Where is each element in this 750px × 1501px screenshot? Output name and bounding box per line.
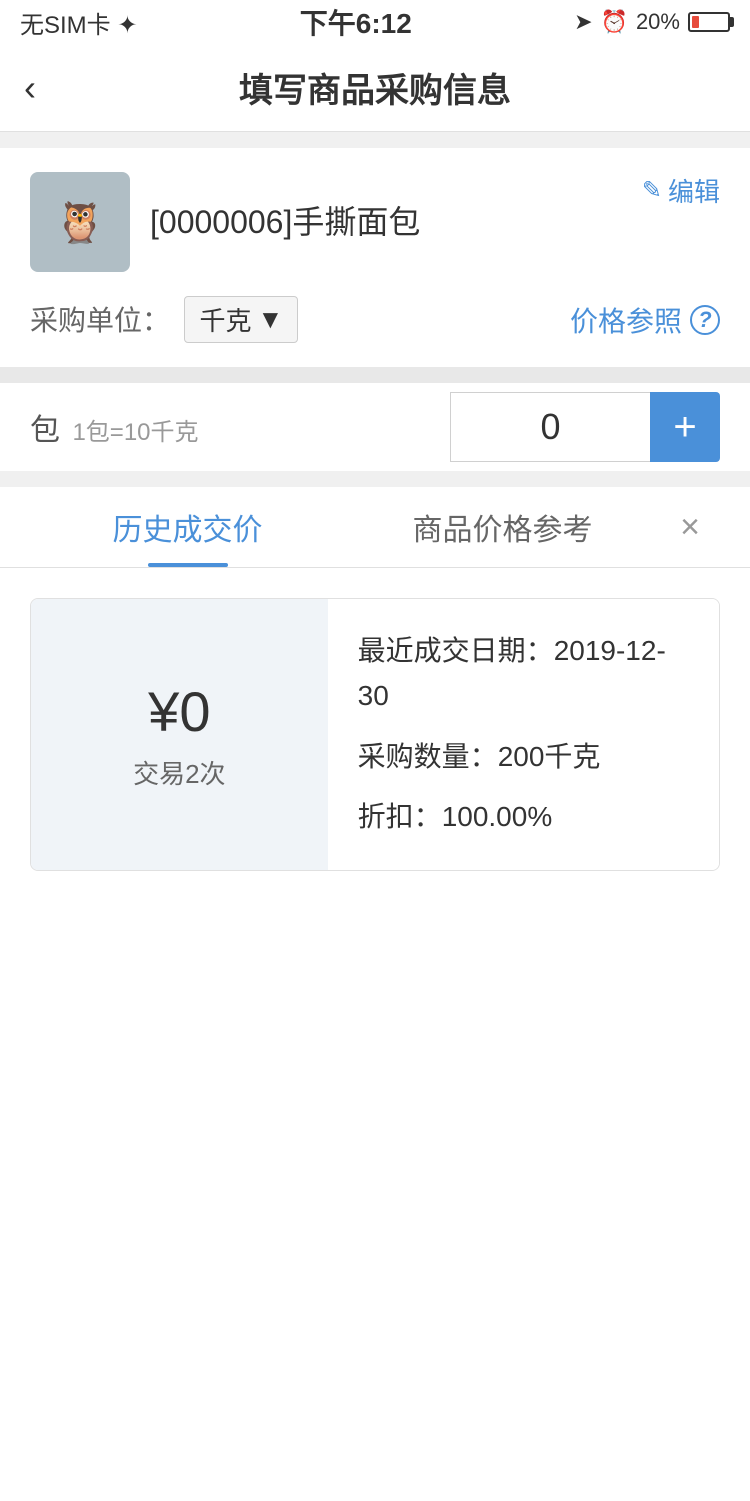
quantity-conversion: 1包=10千克 <box>72 419 198 446</box>
quantity-input-section: + <box>450 392 720 462</box>
edit-button[interactable]: ✎ 编辑 <box>642 172 720 209</box>
tab-product-price[interactable]: 商品价格参考 <box>345 487 660 567</box>
quantity-label-section: 包 1包=10千克 <box>30 405 199 449</box>
tab-history-label: 历史成交价 <box>113 505 263 549</box>
battery-percent: 20% <box>636 9 680 35</box>
discount-value: 100.00% <box>442 801 553 832</box>
price-amount: 0 <box>179 680 210 743</box>
product-section: 🦉 [0000006]手撕面包 ✎ 编辑 采购单位： 千克 ▼ 价格参照 ? <box>0 148 750 367</box>
tab-history-price[interactable]: 历史成交价 <box>30 487 345 567</box>
tab-product-label: 商品价格参考 <box>413 505 593 549</box>
quantity-input[interactable] <box>450 392 650 462</box>
help-icon: ? <box>690 305 720 335</box>
price-reference-button[interactable]: 价格参照 ? <box>570 300 720 340</box>
purchase-quantity-row: 采购数量：200千克 <box>358 735 689 780</box>
quantity-detail-label: 采购数量： <box>358 741 498 772</box>
section-divider <box>0 367 750 383</box>
unit-value: 千克 <box>199 301 251 338</box>
status-time: 下午6:12 <box>300 2 412 42</box>
unit-select[interactable]: 千克 ▼ <box>184 296 298 343</box>
discount-label: 折扣： <box>358 801 442 832</box>
edit-icon: ✎ <box>642 176 662 205</box>
alarm-icon: ⏰ <box>601 9 628 35</box>
price-currency: ¥ <box>148 680 179 743</box>
tabs-header: 历史成交价 商品价格参考 × <box>0 487 750 568</box>
product-unit-row: 采购单位： 千克 ▼ 价格参照 ? <box>30 296 720 343</box>
price-card: ¥0 交易2次 最近成交日期：2019-12-30 采购数量：200千克 折扣：… <box>30 598 720 871</box>
product-image-icon: 🦉 <box>55 199 105 246</box>
price-transactions: 交易2次 <box>133 754 225 791</box>
edit-label: 编辑 <box>668 172 720 209</box>
price-ref-label: 价格参照 <box>570 300 682 340</box>
location-icon: ➤ <box>574 9 592 35</box>
product-info: 🦉 [0000006]手撕面包 <box>30 172 420 272</box>
discount-row: 折扣：100.00% <box>358 795 689 840</box>
quantity-detail-value: 200千克 <box>498 741 601 772</box>
quantity-row: 包 1包=10千克 + <box>0 383 750 471</box>
price-card-left: ¥0 交易2次 <box>31 599 328 870</box>
status-bar: 无SIM卡 ✦ 下午6:12 ➤ ⏰ 20% <box>0 0 750 44</box>
bottom-area <box>0 901 750 1501</box>
page-title: 填写商品采购信息 <box>239 63 511 112</box>
back-button[interactable]: ‹ <box>24 67 36 109</box>
status-left: 无SIM卡 ✦ <box>20 5 137 40</box>
unit-dropdown-icon: ▼ <box>257 304 283 335</box>
price-value: ¥0 <box>148 679 210 744</box>
quantity-plus-button[interactable]: + <box>650 392 720 462</box>
recent-date-row: 最近成交日期：2019-12-30 <box>358 629 689 719</box>
quantity-unit-label: 包 <box>30 414 60 447</box>
tab-active-indicator <box>148 563 228 567</box>
product-header: 🦉 [0000006]手撕面包 ✎ 编辑 <box>30 172 720 272</box>
status-right: ➤ ⏰ 20% <box>574 9 730 35</box>
price-card-container: ¥0 交易2次 最近成交日期：2019-12-30 采购数量：200千克 折扣：… <box>0 568 750 901</box>
tabs-section: 历史成交价 商品价格参考 × ¥0 交易2次 最近成交日期：2019-12-30… <box>0 487 750 901</box>
battery-icon <box>688 12 730 32</box>
tab-close-button[interactable]: × <box>660 497 720 557</box>
recent-date-label: 最近成交日期： <box>358 635 554 666</box>
unit-section: 采购单位： 千克 ▼ <box>30 296 298 343</box>
product-name: [0000006]手撕面包 <box>150 200 420 245</box>
nav-bar: ‹ 填写商品采购信息 <box>0 44 750 132</box>
unit-label: 采购单位： <box>30 305 170 336</box>
carrier-text: 无SIM卡 ✦ <box>20 5 137 40</box>
price-card-right: 最近成交日期：2019-12-30 采购数量：200千克 折扣：100.00% <box>328 599 719 870</box>
product-thumbnail: 🦉 <box>30 172 130 272</box>
